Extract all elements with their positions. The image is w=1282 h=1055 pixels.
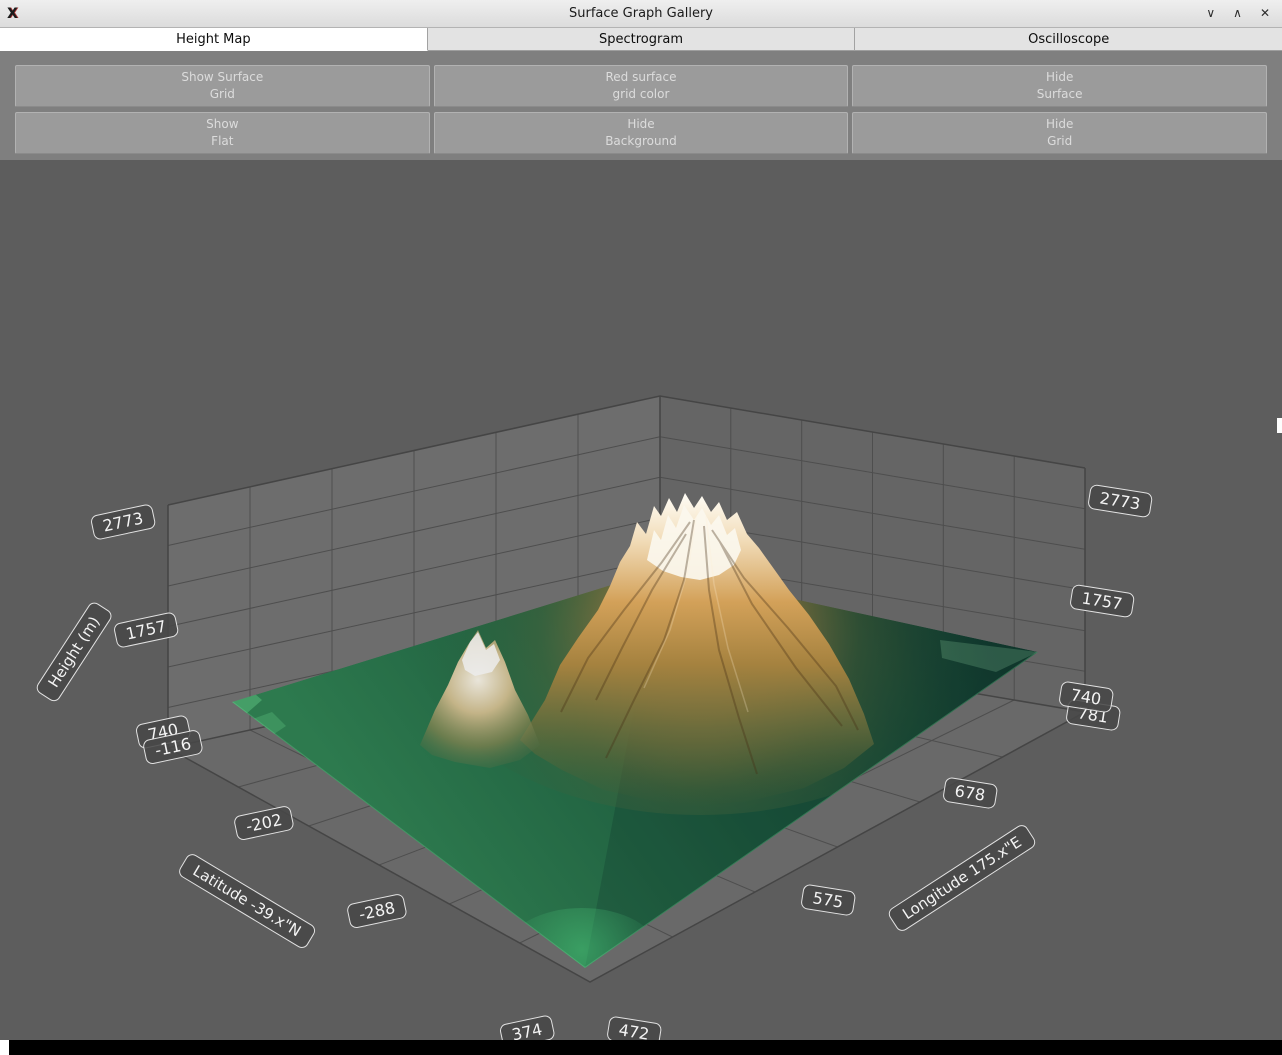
surface-plot[interactable]: 2773 1757 740 Height (m) -116 -202 -288 …	[0, 160, 1282, 1040]
button-label-line: Hide	[627, 116, 654, 133]
maximize-icon[interactable]: ∧	[1233, 0, 1242, 27]
desktop-sliver	[0, 1040, 9, 1055]
button-label-line: grid color	[613, 86, 670, 103]
titlebar: X Surface Graph Gallery ∨ ∧ ✕	[0, 0, 1282, 28]
window-title: Surface Graph Gallery	[0, 6, 1282, 21]
button-label-line: Red surface	[606, 69, 677, 86]
tab-bar: Height Map Spectrogram Oscilloscope	[0, 28, 1282, 51]
button-label-line: Show	[206, 116, 238, 133]
toolbar: Show Surface Grid Red surface grid color…	[0, 51, 1282, 160]
hide-grid-button[interactable]: Hide Grid	[852, 112, 1267, 154]
desktop-notch	[1277, 418, 1282, 433]
button-label-line: Grid	[210, 86, 235, 103]
red-surface-grid-color-button[interactable]: Red surface grid color	[434, 65, 849, 107]
hide-surface-button[interactable]: Hide Surface	[852, 65, 1267, 107]
button-label-line: Grid	[1047, 133, 1072, 150]
button-label-line: Background	[605, 133, 677, 150]
hide-background-button[interactable]: Hide Background	[434, 112, 849, 154]
tab-height-map[interactable]: Height Map	[0, 28, 428, 51]
close-icon[interactable]: ✕	[1260, 0, 1270, 27]
button-label-line: Hide	[1046, 69, 1073, 86]
tab-spectrogram[interactable]: Spectrogram	[428, 28, 856, 51]
app-icon: X	[7, 6, 18, 22]
tab-oscilloscope[interactable]: Oscilloscope	[855, 28, 1282, 51]
app-window: X Surface Graph Gallery ∨ ∧ ✕ Height Map…	[0, 0, 1282, 1055]
show-surface-grid-button[interactable]: Show Surface Grid	[15, 65, 430, 107]
button-label-line: Surface	[1037, 86, 1083, 103]
window-controls: ∨ ∧ ✕	[1206, 0, 1282, 27]
show-flat-button[interactable]: Show Flat	[15, 112, 430, 154]
button-label-line: Hide	[1046, 116, 1073, 133]
button-label-line: Show Surface	[181, 69, 263, 86]
button-label-line: Flat	[211, 133, 233, 150]
bottom-strip	[0, 1040, 1282, 1055]
minimize-icon[interactable]: ∨	[1206, 0, 1215, 27]
